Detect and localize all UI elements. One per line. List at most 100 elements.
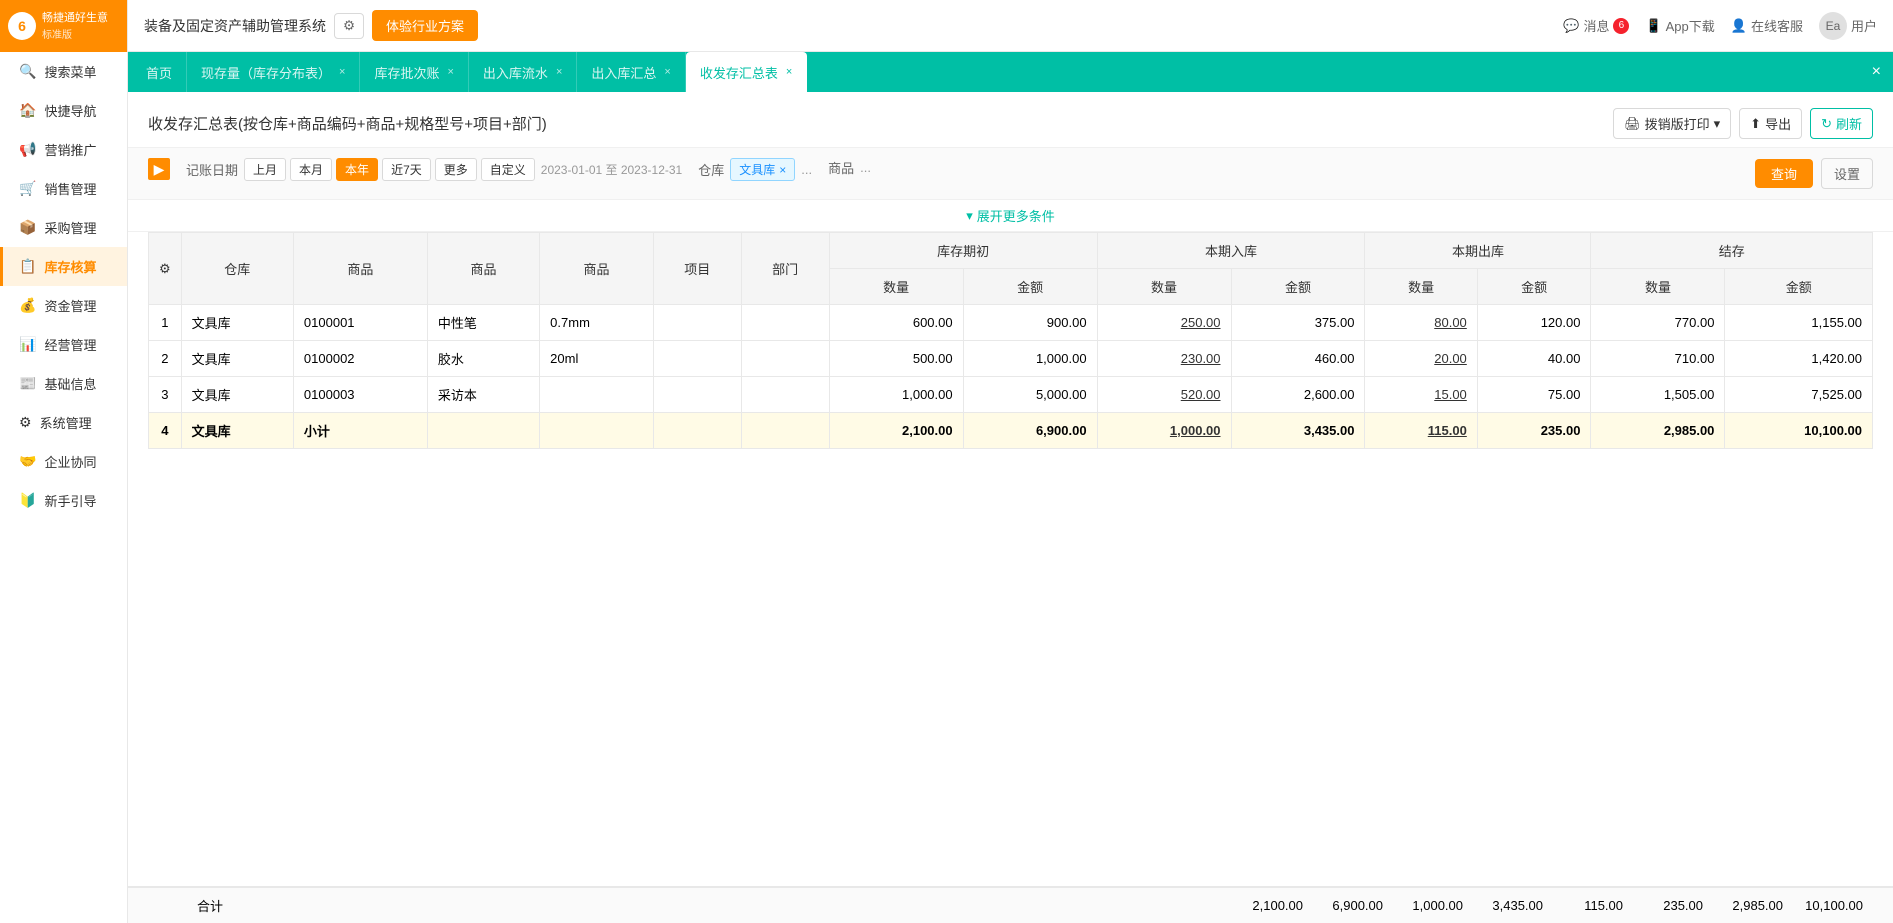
- date-range-display: 2023-01-01 至 2023-12-31: [541, 161, 682, 178]
- warehouse-tag-close-icon[interactable]: ×: [779, 163, 786, 177]
- cell-project: [653, 377, 741, 413]
- tab-close-icon[interactable]: ×: [447, 66, 453, 78]
- sidebar-item-label: 销售管理: [44, 179, 96, 198]
- sidebar-item-inventory[interactable]: 📋库存核算: [0, 247, 127, 286]
- date-btn-更多[interactable]: 更多: [435, 158, 477, 181]
- cell-close-amt: 10,100.00: [1725, 413, 1873, 449]
- cell-open-qty: 600.00: [829, 305, 963, 341]
- tab-close-icon[interactable]: ×: [339, 66, 345, 78]
- cell-dept: [741, 305, 829, 341]
- app-download-button[interactable]: 📱 App下载: [1645, 16, 1714, 35]
- message-icon: 💬: [1563, 18, 1579, 34]
- tab-home[interactable]: 首页: [132, 52, 187, 92]
- tab-inout-flow[interactable]: 出入库流水×: [469, 52, 577, 92]
- tab-close-icon[interactable]: ×: [664, 66, 670, 78]
- warehouse-more-button[interactable]: ...: [801, 162, 812, 177]
- operations-icon: 📊: [19, 336, 36, 353]
- cell-in-qty[interactable]: 230.00: [1097, 341, 1231, 377]
- cell-index: 1: [149, 305, 182, 341]
- sidebar-item-label: 快捷导航: [44, 101, 96, 120]
- tab-label: 库存批次账: [374, 63, 439, 82]
- th-inbound: 本期入库: [1097, 233, 1365, 269]
- cell-code: 小计: [293, 413, 427, 449]
- online-service-button[interactable]: 👤 在线客服: [1731, 16, 1803, 35]
- th-open-amt: 金额: [963, 269, 1097, 305]
- sidebar-item-basic-info[interactable]: 📰基础信息: [0, 364, 127, 403]
- cell-out-qty[interactable]: 20.00: [1365, 341, 1477, 377]
- export-icon: ⬆: [1750, 116, 1761, 132]
- tab-label: 现存量（库存分布表）: [201, 63, 331, 82]
- th-settings[interactable]: ⚙: [149, 233, 182, 305]
- sidebar-item-enterprise[interactable]: 🤝企业协同: [0, 442, 127, 481]
- cell-spec: 0.7mm: [540, 305, 654, 341]
- th-in-amt: 金额: [1231, 269, 1365, 305]
- cell-close-amt: 1,155.00: [1725, 305, 1873, 341]
- export-button[interactable]: ⬆ 导出: [1739, 108, 1802, 139]
- date-btn-上月[interactable]: 上月: [244, 158, 286, 181]
- gear-button[interactable]: ⚙: [334, 13, 364, 39]
- tab-close-icon[interactable]: ×: [786, 66, 792, 78]
- tab-inventory-dist[interactable]: 现存量（库存分布表） ×: [187, 52, 360, 92]
- sales-icon: 🛒: [19, 180, 36, 197]
- cell-in-qty[interactable]: 520.00: [1097, 377, 1231, 413]
- th-code: 商品: [293, 233, 427, 305]
- expand-conditions-button[interactable]: ▾ 展开更多条件: [966, 206, 1055, 225]
- footer-out-amt: 235.00: [1633, 898, 1713, 913]
- query-button[interactable]: 查询: [1755, 159, 1813, 188]
- warehouse-tag[interactable]: 文具库 ×: [730, 158, 795, 181]
- sidebar-item-label: 搜索菜单: [44, 62, 96, 81]
- tab-close-icon[interactable]: ×: [556, 66, 562, 78]
- cell-close-amt: 7,525.00: [1725, 377, 1873, 413]
- cell-open-qty: 1,000.00: [829, 377, 963, 413]
- filter-bar: ▶ 记账日期 上月本月本年近7天更多自定义 2023-01-01 至 2023-…: [128, 148, 1893, 200]
- th-closing: 结存: [1591, 233, 1873, 269]
- date-btn-本年[interactable]: 本年: [336, 158, 378, 181]
- footer-close-qty: 2,985.00: [1713, 898, 1793, 913]
- page-actions: 🖨 拨销版打印 ▾ ⬆ 导出 ↻ 刷新: [1613, 108, 1873, 139]
- sidebar-item-system[interactable]: ⚙系统管理: [0, 403, 127, 442]
- sidebar-item-label: 营销推广: [44, 140, 96, 159]
- sidebar-item-marketing[interactable]: 📢营销推广: [0, 130, 127, 169]
- topbar-right: 💬 消息 6 📱 App下载 👤 在线客服 Ea 用户: [1563, 12, 1877, 40]
- refresh-button[interactable]: ↻ 刷新: [1810, 108, 1873, 139]
- cell-project: [653, 341, 741, 377]
- th-dept: 部门: [741, 233, 829, 305]
- tab-inout-summary[interactable]: 出入库汇总×: [577, 52, 685, 92]
- tab-recv-send-summary[interactable]: 收发存汇总表×: [686, 52, 807, 92]
- cell-name: 中性笔: [427, 305, 539, 341]
- user-menu[interactable]: Ea 用户: [1819, 12, 1877, 40]
- cell-open-amt: 900.00: [963, 305, 1097, 341]
- close-all-tabs-button[interactable]: ×: [1864, 59, 1889, 85]
- sidebar-item-finance[interactable]: 💰资金管理: [0, 286, 127, 325]
- sidebar-item-purchase[interactable]: 📦采购管理: [0, 208, 127, 247]
- sidebar-item-sales[interactable]: 🛒 销售管理: [0, 169, 127, 208]
- cell-close-qty: 2,985.00: [1591, 413, 1725, 449]
- cell-out-qty[interactable]: 80.00: [1365, 305, 1477, 341]
- experience-button[interactable]: 体验行业方案: [372, 10, 478, 41]
- messages-button[interactable]: 💬 消息 6: [1563, 16, 1629, 35]
- export-label: 导出: [1765, 114, 1791, 133]
- print-button[interactable]: 🖨 拨销版打印 ▾: [1613, 108, 1731, 139]
- cell-out-qty[interactable]: 15.00: [1365, 377, 1477, 413]
- date-btn-近7天[interactable]: 近7天: [382, 158, 431, 181]
- goods-more-button[interactable]: ...: [860, 160, 871, 175]
- cell-warehouse: 文具库: [181, 305, 293, 341]
- date-btn-本月[interactable]: 本月: [290, 158, 332, 181]
- cell-index: 3: [149, 377, 182, 413]
- date-btn-自定义[interactable]: 自定义: [481, 158, 535, 181]
- th-out-qty: 数量: [1365, 269, 1477, 305]
- logo-icon: 6: [8, 12, 36, 40]
- filter-settings-button[interactable]: 设置: [1821, 158, 1873, 189]
- sidebar-item-operations[interactable]: 📊经营管理: [0, 325, 127, 364]
- sidebar-item-quick-nav[interactable]: 🏠快捷导航: [0, 91, 127, 130]
- tab-batch[interactable]: 库存批次账 ×: [360, 52, 468, 92]
- table-wrapper: ⚙ 仓库 商品 商品 商品 项目 部门 库存期初 本期入库 本期出库 结存: [128, 232, 1893, 469]
- logo-title: 畅捷通好生意: [42, 11, 108, 26]
- sidebar-item-guide[interactable]: 🔰新手引导: [0, 481, 127, 520]
- cell-in-qty[interactable]: 250.00: [1097, 305, 1231, 341]
- sidebar-item-search[interactable]: 🔍搜索菜单: [0, 52, 127, 91]
- cell-spec: [540, 377, 654, 413]
- filter-toggle-button[interactable]: ▶: [148, 158, 170, 180]
- print-chevron: ▾: [1714, 116, 1721, 132]
- cell-out-amt: 235.00: [1477, 413, 1591, 449]
